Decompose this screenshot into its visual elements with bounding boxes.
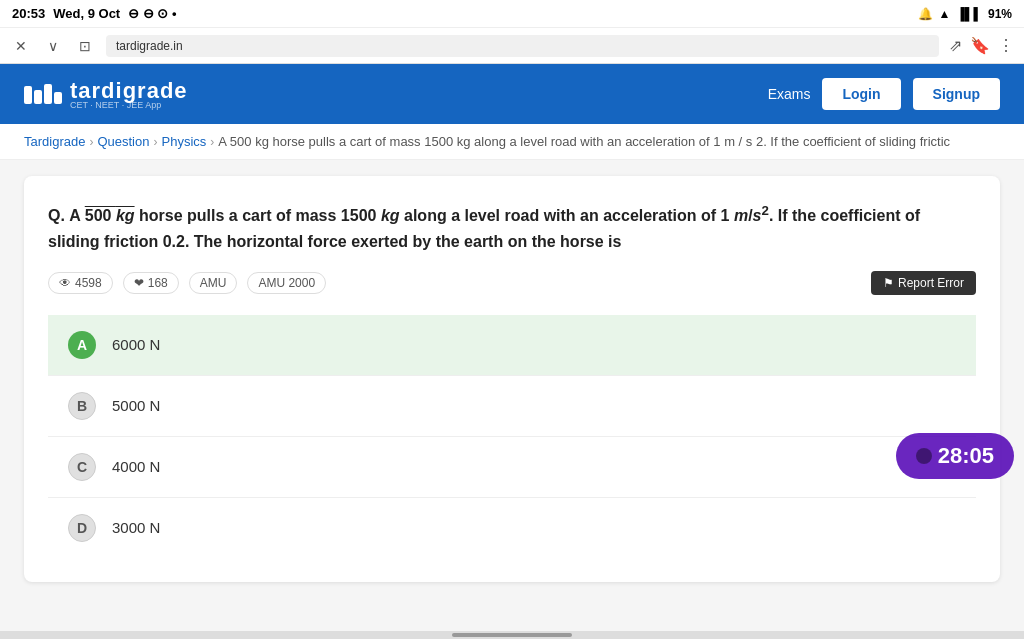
tag-amu: AMU bbox=[189, 272, 238, 294]
status-bar: 20:53 Wed, 9 Oct ⊖ ⊖ ⊙ • 🔔 ▲ ▐▌▌ 91% bbox=[0, 0, 1024, 28]
heart-icon: ❤ bbox=[134, 276, 144, 290]
exams-link[interactable]: Exams bbox=[768, 86, 811, 102]
report-label: Report Error bbox=[898, 276, 964, 290]
likes-badge: ❤ 168 bbox=[123, 272, 179, 294]
option-label-a: A bbox=[68, 331, 96, 359]
browser-nav: ✕ ∨ ⊡ tardigrade.in ⇗ 🔖 ⋮ bbox=[0, 28, 1024, 64]
signal-icon: ▲ bbox=[939, 7, 951, 21]
breadcrumb: Tardigrade › Question › Physics › A 500 … bbox=[0, 124, 1024, 160]
option-text-c: 4000 N bbox=[112, 458, 160, 475]
question-meta: 👁 4598 ❤ 168 AMU AMU 2000 ⚑ Report Error bbox=[48, 271, 976, 295]
tag-amu2000: AMU 2000 bbox=[247, 272, 326, 294]
wifi-icon: 🔔 bbox=[918, 7, 933, 21]
flag-icon: ⚑ bbox=[883, 276, 894, 290]
breadcrumb-physics[interactable]: Physics bbox=[161, 134, 206, 149]
question-prefix: Q. bbox=[48, 207, 65, 224]
views-count: 4598 bbox=[75, 276, 102, 290]
nav-close[interactable]: ✕ bbox=[10, 35, 32, 57]
main-content: Q. A 500 kg horse pulls a cart of mass 1… bbox=[0, 160, 1024, 598]
timer-value: 28:05 bbox=[938, 443, 994, 469]
option-text-d: 3000 N bbox=[112, 519, 160, 536]
nav-tabs[interactable]: ⊡ bbox=[74, 35, 96, 57]
breadcrumb-current: A 500 kg horse pulls a cart of mass 1500… bbox=[218, 134, 950, 149]
signup-button[interactable]: Signup bbox=[913, 78, 1000, 110]
option-text-a: 6000 N bbox=[112, 336, 160, 353]
acceleration: 1 m/s2 bbox=[721, 207, 769, 224]
coeff: 0.2 bbox=[163, 233, 185, 250]
eye-icon: 👁 bbox=[59, 276, 71, 290]
timer-widget: 28:05 bbox=[896, 433, 1014, 479]
scrollbar-thumb bbox=[452, 633, 572, 637]
status-date: Wed, 9 Oct bbox=[53, 6, 120, 21]
menu-icon[interactable]: ⋮ bbox=[998, 36, 1014, 55]
nav-back[interactable]: ∨ bbox=[42, 35, 64, 57]
option-b[interactable]: B 5000 N bbox=[48, 376, 976, 437]
status-time: 20:53 bbox=[12, 6, 45, 21]
scrollbar[interactable] bbox=[0, 631, 1024, 639]
logo-icon bbox=[24, 84, 62, 104]
option-d[interactable]: D 3000 N bbox=[48, 498, 976, 558]
mass1: 500 kg bbox=[85, 207, 135, 224]
likes-count: 168 bbox=[148, 276, 168, 290]
views-badge: 👁 4598 bbox=[48, 272, 113, 294]
option-label-c: C bbox=[68, 453, 96, 481]
logo[interactable]: tardigrade CET · NEET · JEE App bbox=[24, 78, 188, 110]
option-label-d: D bbox=[68, 514, 96, 542]
url-bar[interactable]: tardigrade.in bbox=[106, 35, 939, 57]
share-icon[interactable]: ⇗ bbox=[949, 36, 962, 55]
options-list: A 6000 N B 5000 N C 4000 N D 3000 N bbox=[48, 315, 976, 558]
report-error-button[interactable]: ⚑ Report Error bbox=[871, 271, 976, 295]
question-text: Q. A 500 kg horse pulls a cart of mass 1… bbox=[48, 200, 976, 255]
login-button[interactable]: Login bbox=[822, 78, 900, 110]
mass2: 1500 kg bbox=[341, 207, 400, 224]
timer-dot bbox=[916, 448, 932, 464]
breadcrumb-home[interactable]: Tardigrade bbox=[24, 134, 85, 149]
breadcrumb-question[interactable]: Question bbox=[97, 134, 149, 149]
site-header: tardigrade CET · NEET · JEE App Exams Lo… bbox=[0, 64, 1024, 124]
option-a[interactable]: A 6000 N bbox=[48, 315, 976, 376]
status-icons: ⊖ ⊖ ⊙ • bbox=[128, 6, 176, 21]
option-label-b: B bbox=[68, 392, 96, 420]
signal-bars: ▐▌▌ bbox=[956, 7, 982, 21]
option-text-b: 5000 N bbox=[112, 397, 160, 414]
bookmark-icon[interactable]: 🔖 bbox=[970, 36, 990, 55]
option-c[interactable]: C 4000 N bbox=[48, 437, 976, 498]
battery-level: 91% bbox=[988, 7, 1012, 21]
question-card: Q. A 500 kg horse pulls a cart of mass 1… bbox=[24, 176, 1000, 582]
